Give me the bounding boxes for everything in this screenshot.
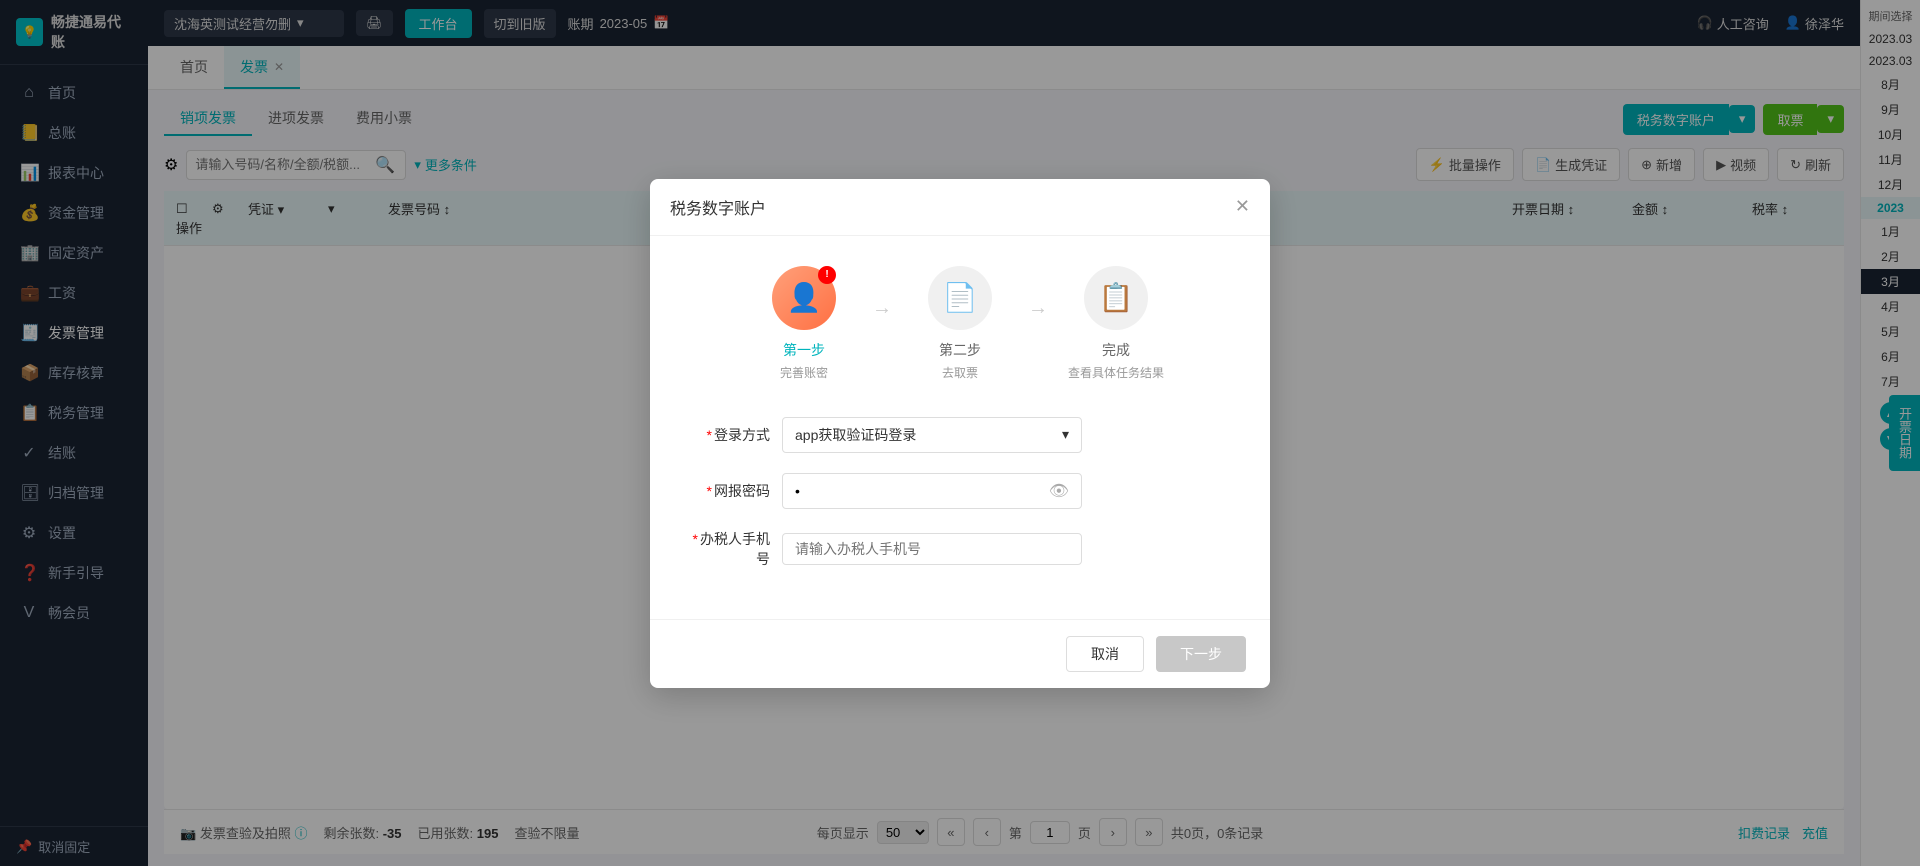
step2-desc: 去取票 bbox=[942, 364, 978, 381]
password-wrapper: 👁 bbox=[782, 473, 1082, 509]
chevron-down-icon: ▾ bbox=[1062, 426, 1069, 443]
modal-header: 税务数字账户 ✕ bbox=[650, 179, 1270, 236]
step2-icon-wrap: 📄 bbox=[928, 266, 992, 330]
arrow1: → bbox=[872, 297, 892, 350]
phone-input[interactable] bbox=[782, 533, 1082, 565]
login-method-value: app获取验证码登录 bbox=[795, 425, 916, 445]
step3-label: 完成 bbox=[1102, 340, 1130, 360]
step-3: 📋 完成 查看具体任务结果 bbox=[1056, 266, 1176, 381]
step1-person-icon: 👤 bbox=[787, 281, 822, 314]
eye-icon[interactable]: 👁 bbox=[1049, 481, 1069, 501]
steps-indicator: 👤 ! 第一步 完善账密 → 📄 第二步 去取票 → bbox=[690, 266, 1230, 381]
modal-overlay: 税务数字账户 ✕ 👤 ! 第一步 完善账密 → bbox=[0, 0, 1920, 866]
next-button[interactable]: 下一步 bbox=[1156, 636, 1246, 672]
step3-icon-wrap: 📋 bbox=[1084, 266, 1148, 330]
step1-icon-wrap: 👤 ! bbox=[772, 266, 836, 330]
login-method-label: 登录方式 bbox=[690, 425, 770, 445]
modal-body: 👤 ! 第一步 完善账密 → 📄 第二步 去取票 → bbox=[650, 236, 1270, 619]
step3-desc: 查看具体任务结果 bbox=[1068, 364, 1164, 381]
modal-footer: 取消 下一步 bbox=[650, 619, 1270, 688]
step1-desc: 完善账密 bbox=[780, 364, 828, 381]
password-row: 网报密码 👁 bbox=[690, 473, 1230, 509]
step2-doc-icon: 📄 bbox=[943, 281, 978, 314]
login-method-select[interactable]: app获取验证码登录 ▾ bbox=[782, 417, 1082, 453]
step3-list-icon: 📋 bbox=[1099, 281, 1134, 314]
step1-label: 第一步 bbox=[783, 340, 825, 360]
modal-close-button[interactable]: ✕ bbox=[1235, 196, 1250, 217]
cancel-button[interactable]: 取消 bbox=[1066, 636, 1144, 672]
step-1: 👤 ! 第一步 完善账密 bbox=[744, 266, 864, 381]
step-2: 📄 第二步 去取票 bbox=[900, 266, 1020, 381]
password-input[interactable] bbox=[795, 483, 1041, 499]
password-label: 网报密码 bbox=[690, 481, 770, 501]
tax-account-modal: 税务数字账户 ✕ 👤 ! 第一步 完善账密 → bbox=[650, 179, 1270, 688]
arrow2: → bbox=[1028, 297, 1048, 350]
step2-label: 第二步 bbox=[939, 340, 981, 360]
step1-badge: ! bbox=[818, 266, 836, 284]
modal-title: 税务数字账户 bbox=[670, 195, 766, 219]
login-method-row: 登录方式 app获取验证码登录 ▾ bbox=[690, 417, 1230, 453]
phone-row: 办税人手机号 bbox=[690, 529, 1230, 569]
phone-label: 办税人手机号 bbox=[690, 529, 770, 569]
